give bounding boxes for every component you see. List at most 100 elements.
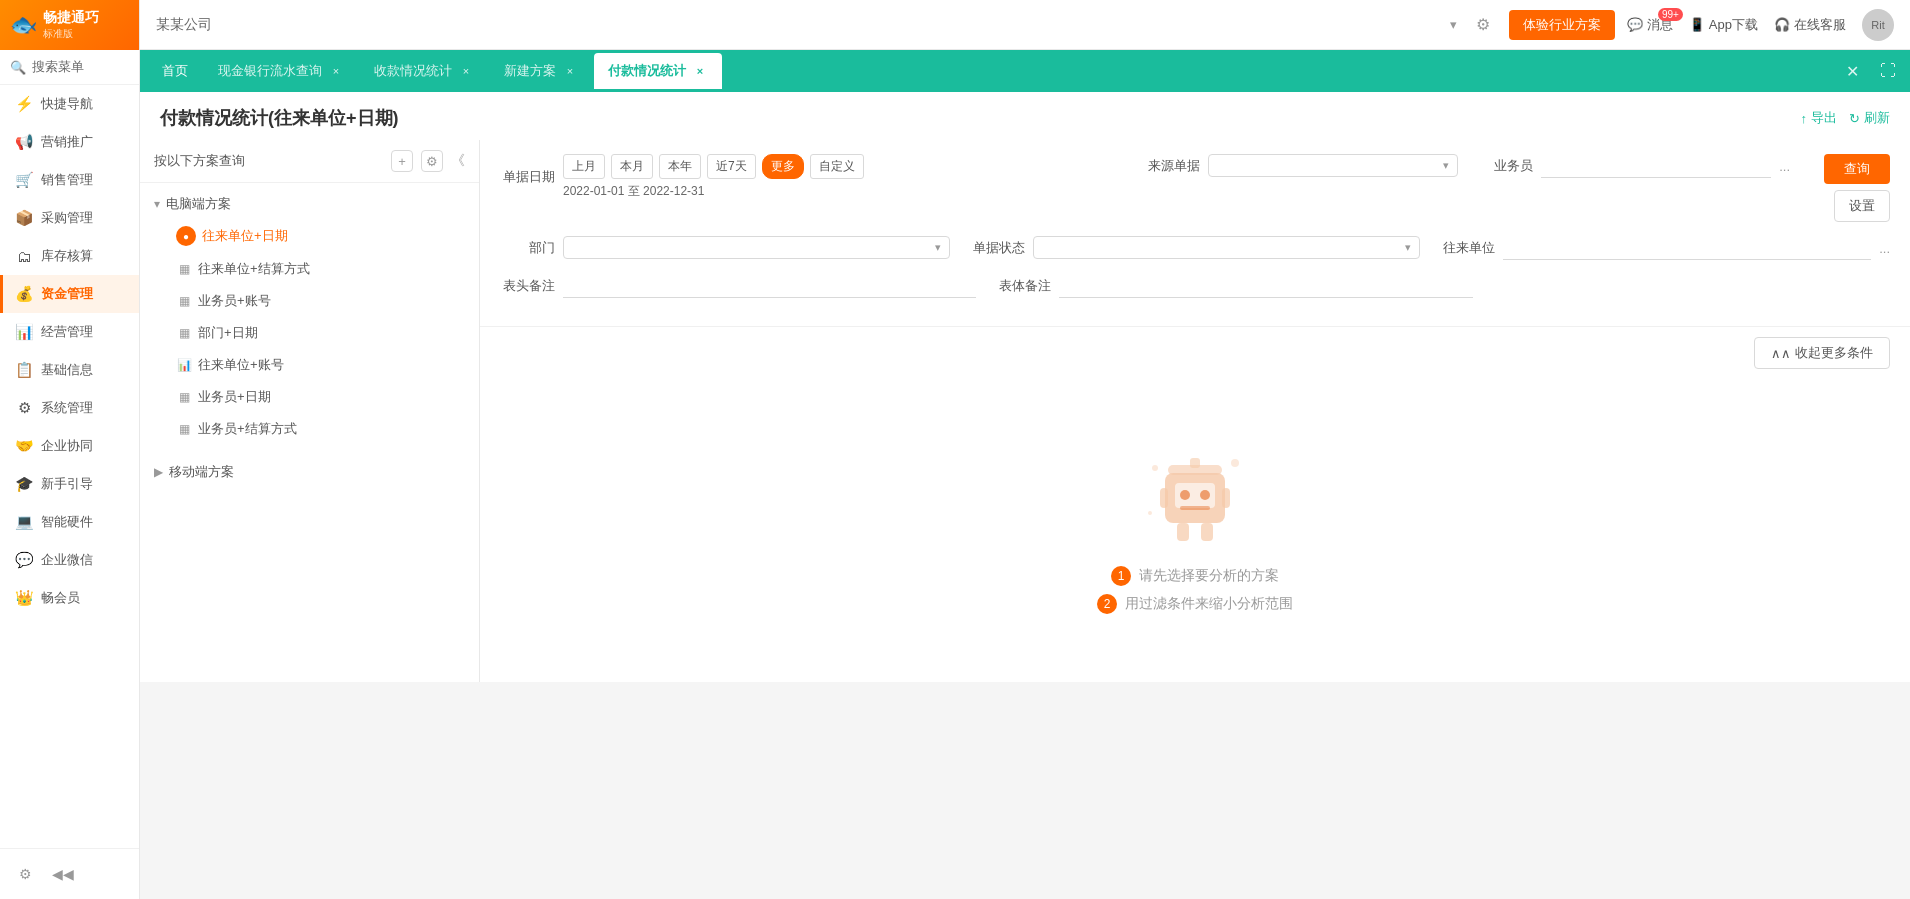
tab-home[interactable]: 首页 [148, 53, 202, 89]
app-download-btn[interactable]: 📱 App下载 [1689, 16, 1758, 34]
add-scheme-btn[interactable]: + [391, 150, 413, 172]
search-menu[interactable]: 🔍 搜索菜单 [0, 50, 139, 85]
sidebar-item-hardware[interactable]: 💻 智能硬件 [0, 503, 139, 541]
online-service-btn[interactable]: 🎧 在线客服 [1774, 16, 1846, 34]
source-field: 来源单据 ▾ [1145, 154, 1458, 177]
scheme-group-arrow: ▾ [154, 197, 160, 211]
sidebar-item-cooperation[interactable]: 🤝 企业协同 [0, 427, 139, 465]
scheme-item-staff-account[interactable]: ▦ 业务员+账号 [140, 285, 479, 317]
scheme-item-staff-settle[interactable]: ▦ 业务员+结算方式 [140, 413, 479, 445]
sidebar-item-label: 销售管理 [41, 171, 93, 189]
maximize-btn[interactable]: ⛶ [1874, 57, 1902, 85]
dept-select[interactable]: ▾ [563, 236, 950, 259]
sidebar-item-purchase[interactable]: 📦 采购管理 [0, 199, 139, 237]
tab-payment-stat[interactable]: 付款情况统计 × [594, 53, 722, 89]
tab-new-scheme[interactable]: 新建方案 × [490, 53, 592, 89]
table-icon-3: ▦ [176, 325, 192, 341]
source-select[interactable]: ▾ [1208, 154, 1458, 177]
date-tab-more[interactable]: 更多 [762, 154, 804, 179]
partner-input[interactable] [1503, 236, 1871, 260]
page-content: 付款情况统计(往来单位+日期) ↑ 导出 ↻ 刷新 按以下方案查询 + ⚙ [140, 92, 1910, 899]
trial-btn[interactable]: 体验行业方案 [1509, 10, 1615, 40]
company-name: 某某公司 [156, 16, 1438, 34]
tab-receipt-stat[interactable]: 收款情况统计 × [360, 53, 488, 89]
collapse-more-btn[interactable]: ∧∧ 收起更多条件 [1754, 337, 1890, 369]
collapse-scheme-btn[interactable]: 《 [451, 152, 465, 170]
staff-input[interactable] [1541, 154, 1772, 178]
tab-payment-label: 付款情况统计 [608, 62, 686, 80]
user-avatar[interactable]: Rit [1862, 9, 1894, 41]
table-icon-4: ▦ [176, 389, 192, 405]
scheme-item-dept-date[interactable]: ▦ 部门+日期 [140, 317, 479, 349]
sidebar-item-quick-nav[interactable]: ⚡ 快捷导航 [0, 85, 139, 123]
company-dropdown-arrow[interactable]: ▾ [1450, 17, 1457, 32]
sidebar-item-wechat[interactable]: 💬 企业微信 [0, 541, 139, 579]
doc-status-select-arrow: ▾ [1405, 241, 1411, 254]
svg-point-12 [1231, 459, 1239, 467]
sidebar-item-sales[interactable]: 🛒 销售管理 [0, 161, 139, 199]
message-badge: 99+ [1658, 8, 1683, 21]
sidebar-item-capital[interactable]: 💰 资金管理 [0, 275, 139, 313]
topbar-gear-btn[interactable]: ⚙ [1469, 11, 1497, 39]
tab-bank-label: 现金银行流水查询 [218, 62, 322, 80]
tab-payment-close[interactable]: × [692, 63, 708, 79]
mobile-scheme-group[interactable]: ▶ 移动端方案 [140, 457, 479, 487]
main-area: 某某公司 ▾ ⚙ 体验行业方案 💬 消息 99+ 📱 App下载 🎧 在线客服 … [140, 0, 1910, 899]
sidebar-item-inventory[interactable]: 🗂 库存核算 [0, 237, 139, 275]
date-tab-7days[interactable]: 近7天 [707, 154, 756, 179]
collapse-sidebar-btn[interactable]: ◀◀ [48, 859, 78, 889]
sidebar-item-member[interactable]: 👑 畅会员 [0, 579, 139, 617]
tab-bank[interactable]: 现金银行流水查询 × [204, 53, 358, 89]
mobile-group-label: 移动端方案 [169, 463, 234, 481]
topbar: 某某公司 ▾ ⚙ 体验行业方案 💬 消息 99+ 📱 App下载 🎧 在线客服 … [140, 0, 1910, 50]
svg-rect-6 [1222, 488, 1230, 508]
date-tab-last-month[interactable]: 上月 [563, 154, 605, 179]
header-note-input[interactable] [563, 274, 976, 298]
query-btn[interactable]: 查询 [1824, 154, 1890, 184]
scheme-item-unit-settle[interactable]: ▦ 往来单位+结算方式 [140, 253, 479, 285]
tab-receipt-close[interactable]: × [458, 63, 474, 79]
sidebar-item-basics[interactable]: 📋 基础信息 [0, 351, 139, 389]
export-label: 导出 [1811, 109, 1837, 127]
date-tab-this-year[interactable]: 本年 [659, 154, 701, 179]
scheme-settings-btn[interactable]: ⚙ [421, 150, 443, 172]
sidebar-item-system[interactable]: ⚙ 系统管理 [0, 389, 139, 427]
tab-receipt-label: 收款情况统计 [374, 62, 452, 80]
scheme-item-label: 往来单位+日期 [202, 227, 288, 245]
cooperation-icon: 🤝 [15, 437, 33, 455]
tab-bank-close[interactable]: × [328, 63, 344, 79]
table-icon-5: ▦ [176, 421, 192, 437]
scheme-header: 按以下方案查询 + ⚙ 《 [140, 140, 479, 183]
body-note-input[interactable] [1059, 274, 1472, 298]
refresh-btn[interactable]: ↻ 刷新 [1849, 109, 1890, 127]
sidebar-item-label: 快捷导航 [41, 95, 93, 113]
sidebar-item-operations[interactable]: 📊 经营管理 [0, 313, 139, 351]
date-tab-custom[interactable]: 自定义 [810, 154, 864, 179]
svg-point-13 [1148, 511, 1152, 515]
header-note-label: 表头备注 [500, 277, 555, 295]
service-label: 在线客服 [1794, 16, 1846, 34]
scheme-item-unit-account[interactable]: 📊 往来单位+账号 [140, 349, 479, 381]
wechat-icon: 💬 [15, 551, 33, 569]
scheme-item-staff-date[interactable]: ▦ 业务员+日期 [140, 381, 479, 413]
partner-label: 往来单位 [1440, 239, 1495, 257]
date-tab-this-month[interactable]: 本月 [611, 154, 653, 179]
svg-rect-8 [1201, 523, 1213, 541]
export-btn[interactable]: ↑ 导出 [1801, 109, 1838, 127]
staff-more-btn[interactable]: ... [1779, 159, 1790, 174]
partner-field: 往来单位 ... [1440, 236, 1890, 260]
dept-field: 部门 ▾ [500, 236, 950, 259]
message-btn[interactable]: 💬 消息 99+ [1627, 16, 1673, 34]
doc-status-select[interactable]: ▾ [1033, 236, 1420, 259]
settings-btn[interactable]: 设置 [1834, 190, 1890, 222]
partner-more-btn[interactable]: ... [1879, 241, 1890, 256]
settings-bottom-btn[interactable]: ⚙ [10, 859, 40, 889]
scheme-item-unit-date[interactable]: ● 往来单位+日期 [140, 219, 479, 253]
sidebar-item-guide[interactable]: 🎓 新手引导 [0, 465, 139, 503]
desktop-scheme-group[interactable]: ▾ 电脑端方案 [140, 189, 479, 219]
sidebar-item-label: 资金管理 [41, 285, 93, 303]
tab-new-scheme-close[interactable]: × [562, 63, 578, 79]
refresh-label: 刷新 [1864, 109, 1890, 127]
sidebar-item-marketing[interactable]: 📢 营销推广 [0, 123, 139, 161]
close-all-tabs-btn[interactable]: ✕ [1838, 57, 1866, 85]
